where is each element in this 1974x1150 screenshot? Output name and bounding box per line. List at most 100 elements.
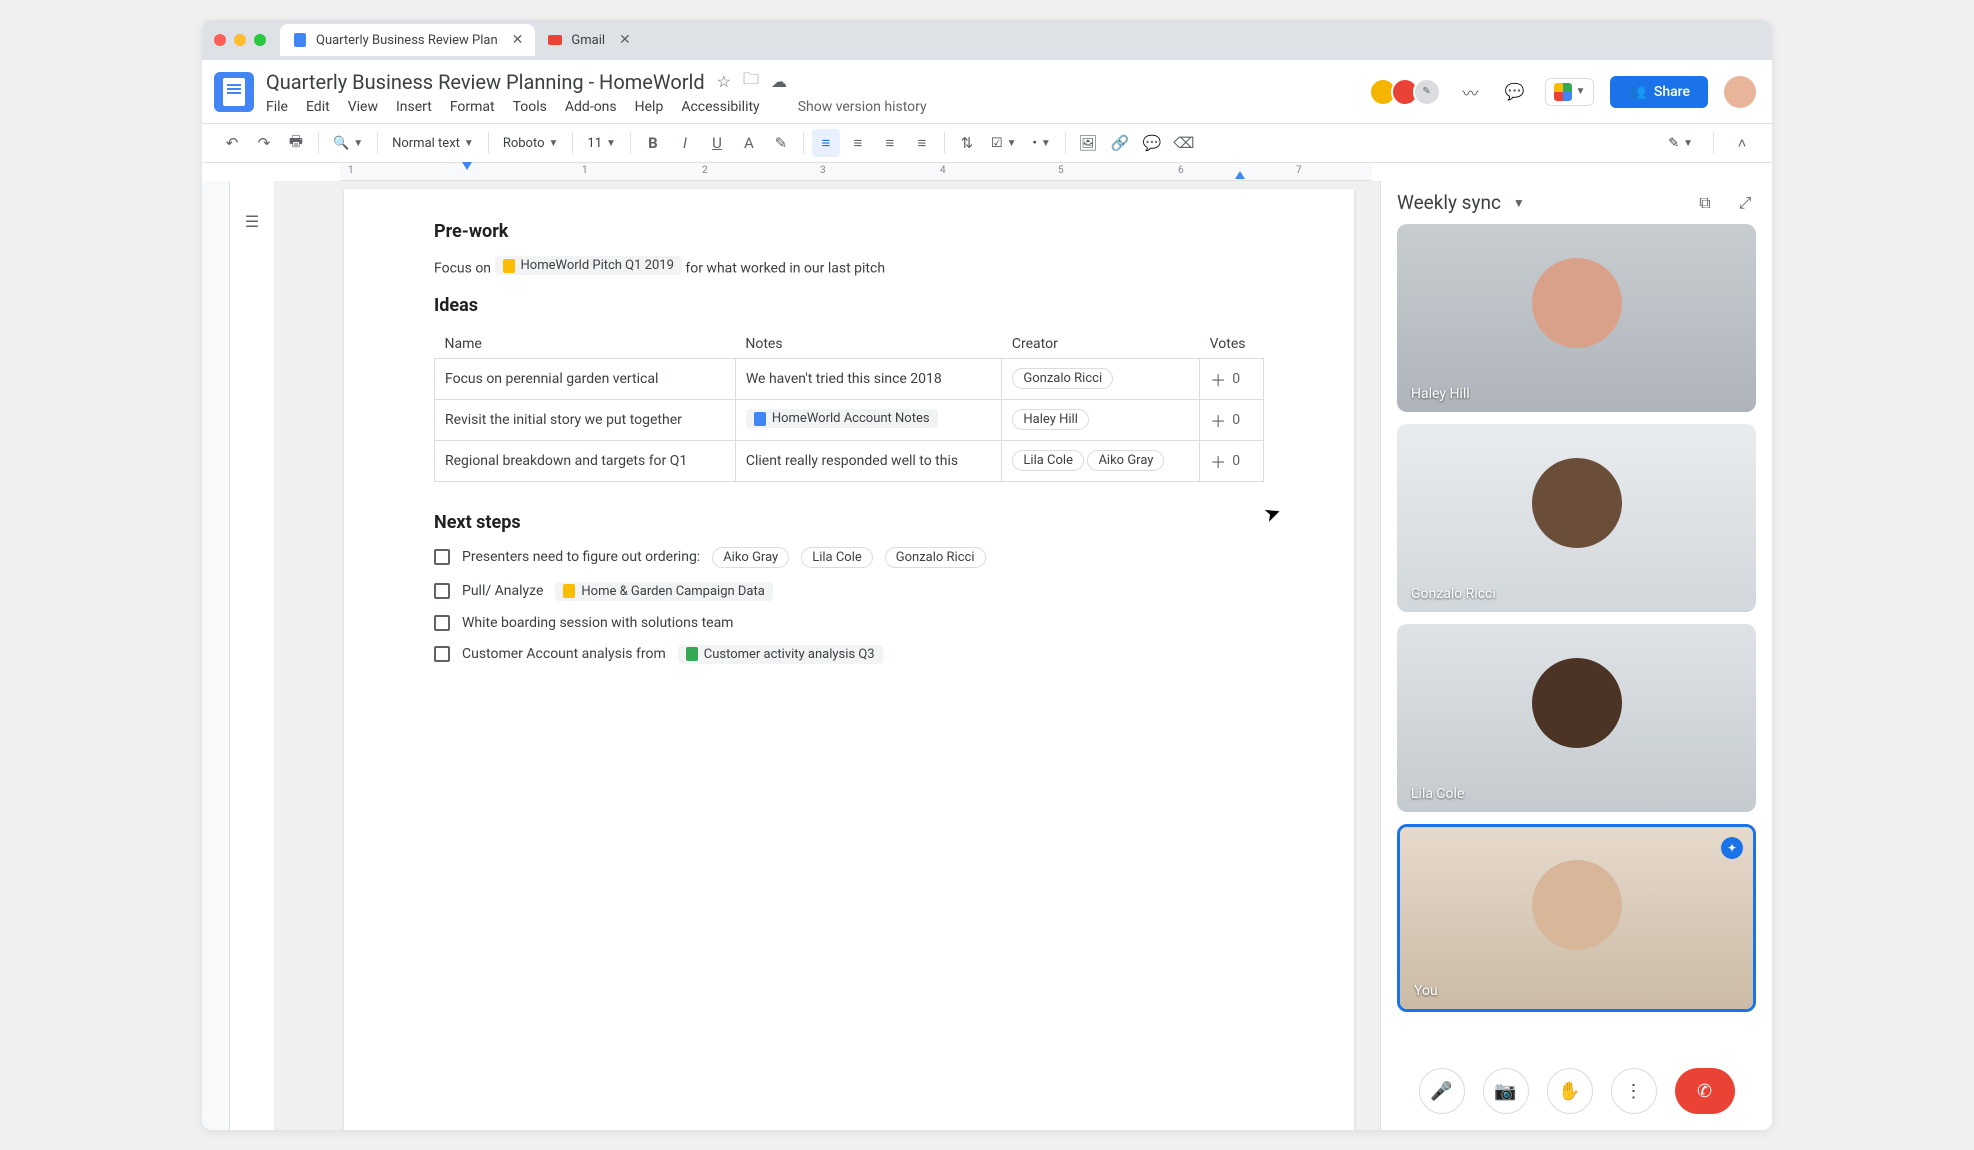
font-size-dropdown[interactable]: 11▼ [581, 136, 622, 151]
mute-mic-button[interactable]: 🎤 [1419, 1068, 1465, 1114]
underline-icon[interactable]: U [703, 129, 731, 157]
align-left-icon[interactable]: ≡ [812, 129, 840, 157]
table-row[interactable]: Regional breakdown and targets for Q1 Cl… [435, 440, 1264, 481]
add-comment-icon[interactable]: 💬 [1138, 129, 1166, 157]
highlight-icon[interactable]: ✎ [767, 129, 795, 157]
zoom-dropdown[interactable]: 🔍▼ [327, 136, 369, 151]
menu-tools[interactable]: Tools [513, 99, 547, 115]
align-justify-icon[interactable]: ≡ [908, 129, 936, 157]
activity-icon[interactable]: 〰 [1457, 78, 1485, 106]
undo-icon[interactable]: ↶ [218, 129, 246, 157]
tab-docs[interactable]: Quarterly Business Review Plan ✕ [280, 24, 535, 56]
person-chip[interactable]: Aiko Gray [1087, 450, 1164, 471]
menu-edit[interactable]: Edit [306, 99, 330, 115]
text-color-icon[interactable]: A [735, 129, 763, 157]
bulleted-list-icon[interactable]: •▼ [1027, 136, 1057, 151]
heading-nextsteps[interactable]: Next steps [434, 512, 1264, 533]
vote-button[interactable]: ＋0 [1210, 408, 1240, 432]
linked-doc-chip[interactable]: HomeWorld Pitch Q1 2019 [495, 256, 682, 275]
linked-sheet-chip[interactable]: Customer activity analysis Q3 [678, 645, 883, 664]
menu-file[interactable]: File [266, 99, 288, 115]
indent-marker-icon[interactable] [462, 162, 472, 170]
print-icon[interactable]: 🖶 [282, 129, 310, 157]
raise-hand-button[interactable]: ✋ [1547, 1068, 1593, 1114]
font-dropdown[interactable]: Roboto▼ [497, 136, 565, 151]
vote-button[interactable]: ＋0 [1210, 449, 1240, 473]
chevron-down-icon[interactable]: ▼ [1513, 196, 1525, 210]
avatar-overflow[interactable]: ✎ [1413, 78, 1441, 106]
task-item[interactable]: Customer Account analysis from Customer … [434, 645, 1264, 664]
clear-formatting-icon[interactable]: ⌫ [1170, 129, 1198, 157]
redo-icon[interactable]: ↷ [250, 129, 278, 157]
picture-in-picture-icon[interactable]: ⧉ [1694, 192, 1716, 214]
checkbox[interactable] [434, 549, 450, 565]
end-call-button[interactable]: ✆ [1675, 1068, 1735, 1114]
person-chip[interactable]: Aiko Gray [712, 547, 789, 568]
document-page[interactable]: Pre-work Focus on HomeWorld Pitch Q1 201… [344, 189, 1354, 1130]
line-spacing-icon[interactable]: ⇅ [953, 129, 981, 157]
collapse-toolbar-icon[interactable]: ˄ [1728, 129, 1756, 157]
align-right-icon[interactable]: ≡ [876, 129, 904, 157]
insert-link-icon[interactable]: 🔗 [1106, 129, 1134, 157]
task-item[interactable]: Pull/ Analyze Home & Garden Campaign Dat… [434, 582, 1264, 601]
tab-close-icon[interactable]: ✕ [512, 32, 524, 48]
table-row[interactable]: Revisit the initial story we put togethe… [435, 399, 1264, 440]
person-chip[interactable]: Lila Cole [1012, 450, 1084, 471]
menu-addons[interactable]: Add-ons [565, 99, 617, 115]
person-chip[interactable]: Lila Cole [801, 547, 873, 568]
paragraph-style-dropdown[interactable]: Normal text▼ [386, 136, 480, 151]
checkbox[interactable] [434, 583, 450, 599]
video-tile-self[interactable]: ✦ You [1397, 824, 1756, 1012]
italic-icon[interactable]: I [671, 129, 699, 157]
minimize-window[interactable] [234, 34, 246, 46]
docs-app-icon[interactable] [214, 72, 254, 112]
document-title[interactable]: Quarterly Business Review Planning - Hom… [266, 70, 705, 94]
maximize-window[interactable] [254, 34, 266, 46]
share-button[interactable]: 👥 Share [1610, 76, 1708, 108]
task-item[interactable]: Presenters need to figure out ordering: … [434, 547, 1264, 568]
comments-icon[interactable]: 💬 [1501, 78, 1529, 106]
task-item[interactable]: White boarding session with solutions te… [434, 615, 1264, 631]
vertical-ruler[interactable] [202, 181, 230, 1130]
right-indent-marker-icon[interactable] [1235, 171, 1245, 179]
menu-help[interactable]: Help [635, 99, 664, 115]
pinned-icon[interactable]: ✦ [1721, 837, 1743, 859]
account-avatar[interactable] [1724, 76, 1756, 108]
menu-insert[interactable]: Insert [396, 99, 432, 115]
heading-prework[interactable]: Pre-work [434, 221, 1264, 242]
menu-view[interactable]: View [348, 99, 378, 115]
menu-format[interactable]: Format [450, 99, 495, 115]
person-chip[interactable]: Haley Hill [1012, 409, 1088, 430]
more-options-button[interactable]: ⋮ [1611, 1068, 1657, 1114]
person-chip[interactable]: Gonzalo Ricci [1012, 368, 1113, 389]
align-center-icon[interactable]: ≡ [844, 129, 872, 157]
move-folder-icon[interactable]: 🗀 [743, 68, 759, 95]
horizontal-ruler[interactable]: 1 1 2 3 4 5 6 7 [340, 163, 1372, 181]
checkbox[interactable] [434, 615, 450, 631]
tab-gmail[interactable]: Gmail ✕ [535, 24, 775, 56]
popout-icon[interactable]: ⤢ [1734, 192, 1756, 214]
bold-icon[interactable]: B [639, 129, 667, 157]
close-window[interactable] [214, 34, 226, 46]
video-tile[interactable]: Gonzalo Ricci [1397, 424, 1756, 612]
meet-present-button[interactable]: ▼ [1545, 78, 1595, 106]
task-checklist[interactable]: Presenters need to figure out ordering: … [434, 547, 1264, 664]
collaborator-avatars[interactable]: ✎ [1375, 78, 1441, 106]
meet-title[interactable]: Weekly sync [1397, 191, 1501, 214]
tab-close-icon[interactable]: ✕ [619, 32, 631, 48]
table-row[interactable]: Focus on perennial garden vertical We ha… [435, 358, 1264, 399]
editing-mode-dropdown[interactable]: ✎▼ [1662, 136, 1699, 151]
document-canvas[interactable]: Pre-work Focus on HomeWorld Pitch Q1 201… [274, 181, 1380, 1130]
outline-toggle-icon[interactable]: ☰ [240, 209, 264, 233]
checkbox[interactable] [434, 646, 450, 662]
person-chip[interactable]: Gonzalo Ricci [885, 547, 986, 568]
linked-slides-chip[interactable]: Home & Garden Campaign Data [555, 582, 772, 601]
video-tile[interactable]: Haley Hill [1397, 224, 1756, 412]
ideas-table[interactable]: Name Notes Creator Votes Focus on perenn… [434, 330, 1264, 482]
prework-line[interactable]: Focus on HomeWorld Pitch Q1 2019 for wha… [434, 256, 1264, 277]
heading-ideas[interactable]: Ideas [434, 295, 1264, 316]
insert-image-icon[interactable]: 🖼 [1074, 129, 1102, 157]
checklist-icon[interactable]: ☑▼ [985, 136, 1023, 151]
menu-accessibility[interactable]: Accessibility [681, 99, 759, 115]
version-history-link[interactable]: Show version history [798, 99, 927, 115]
